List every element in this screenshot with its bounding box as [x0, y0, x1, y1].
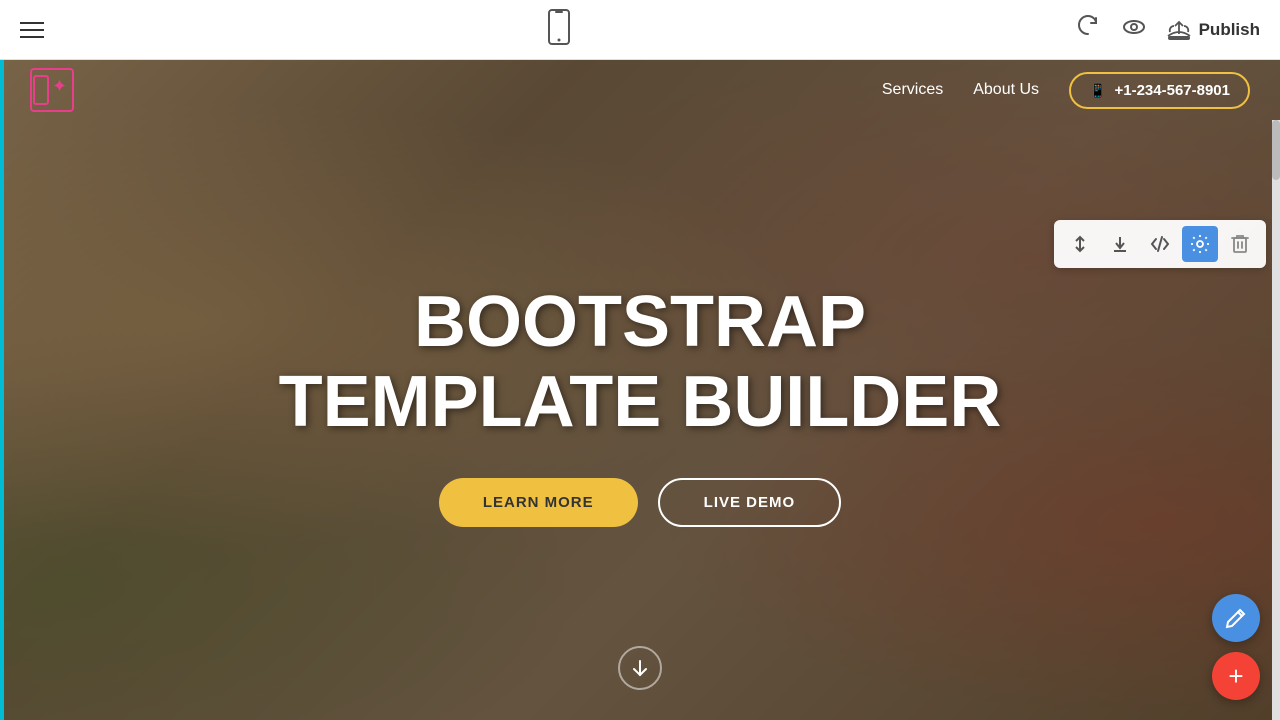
hero-content: BOOTSTRAP TEMPLATE BUILDER LEARN MORE LI… — [279, 283, 1002, 526]
hero-title: BOOTSTRAP TEMPLATE BUILDER — [279, 283, 1002, 441]
svg-text:✦: ✦ — [52, 76, 67, 96]
fab-container: + — [1212, 594, 1260, 700]
scrollbar[interactable] — [1272, 120, 1280, 720]
hero-nav: ✦ Services About Us 📱 +1-234-567-8901 — [0, 60, 1280, 120]
nav-about[interactable]: About Us — [973, 81, 1039, 99]
scroll-down-button[interactable] — [618, 646, 662, 690]
learn-more-button[interactable]: LEARN MORE — [439, 478, 638, 527]
mobile-preview-icon[interactable] — [547, 9, 571, 51]
left-edge-indicator — [0, 60, 4, 720]
nav-links: Services About Us 📱 +1-234-567-8901 — [882, 72, 1250, 109]
phone-icon: 📱 — [1089, 82, 1106, 99]
live-demo-button[interactable]: LIVE DEMO — [658, 478, 842, 527]
top-bar-left — [20, 22, 44, 38]
hero-title-line2: TEMPLATE BUILDER — [279, 362, 1002, 442]
preview-icon[interactable] — [1121, 14, 1147, 46]
hero-buttons: LEARN MORE LIVE DEMO — [279, 478, 1002, 527]
publish-button[interactable]: Publish — [1167, 20, 1260, 40]
move-section-button[interactable] — [1062, 226, 1098, 262]
undo-icon[interactable] — [1075, 14, 1101, 46]
add-fab-button[interactable]: + — [1212, 652, 1260, 700]
code-section-button[interactable] — [1142, 226, 1178, 262]
nav-services[interactable]: Services — [882, 81, 943, 99]
phone-number: +1-234-567-8901 — [1114, 82, 1230, 99]
top-bar: Publish — [0, 0, 1280, 60]
scroll-thumb[interactable] — [1272, 120, 1280, 180]
logo-icon: ✦ — [30, 68, 74, 112]
publish-label: Publish — [1199, 20, 1260, 40]
site-logo: ✦ — [30, 68, 74, 112]
top-bar-center — [547, 9, 571, 51]
hamburger-menu[interactable] — [20, 22, 44, 38]
hero-title-line1: BOOTSTRAP — [414, 282, 866, 362]
hero-section: ✦ Services About Us 📱 +1-234-567-8901 BO… — [0, 60, 1280, 720]
top-bar-right: Publish — [1075, 14, 1260, 46]
canvas: ✦ Services About Us 📱 +1-234-567-8901 BO… — [0, 60, 1280, 720]
nav-phone[interactable]: 📱 +1-234-567-8901 — [1069, 72, 1250, 109]
download-section-button[interactable] — [1102, 226, 1138, 262]
edit-fab-button[interactable] — [1212, 594, 1260, 642]
settings-section-button[interactable] — [1182, 226, 1218, 262]
section-toolbar — [1054, 220, 1266, 268]
delete-section-button[interactable] — [1222, 226, 1258, 262]
